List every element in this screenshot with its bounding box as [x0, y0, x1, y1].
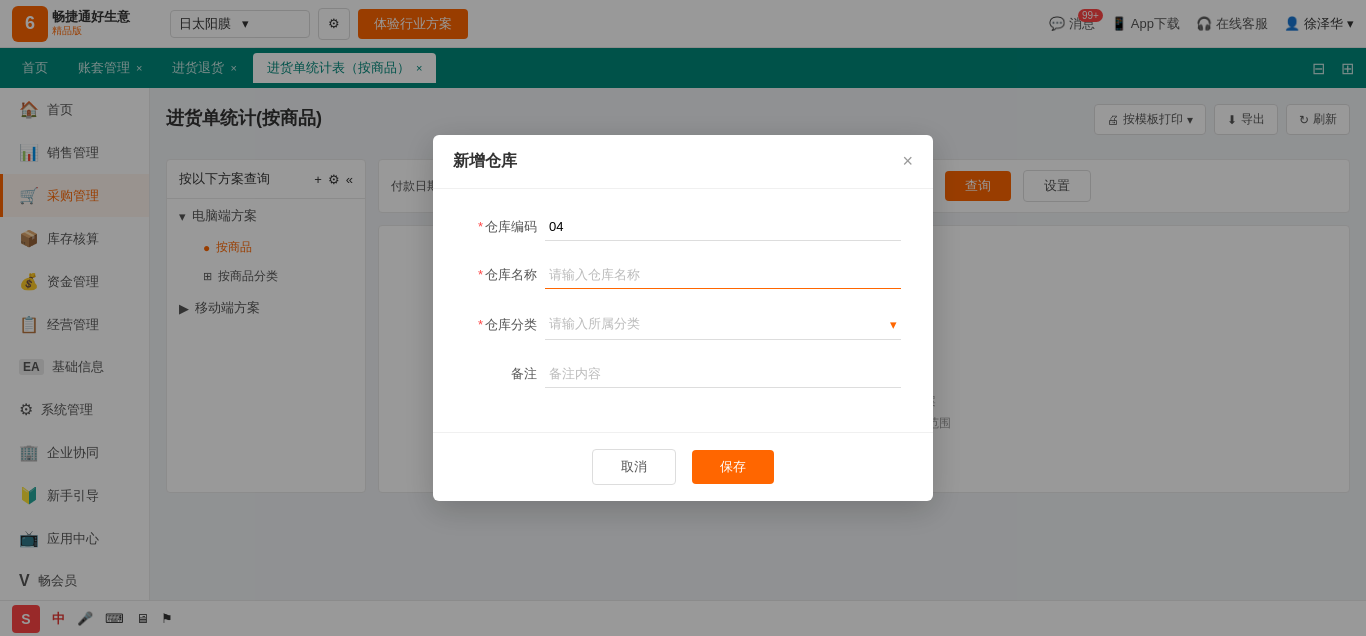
category-label: 仓库分类 — [465, 316, 545, 334]
form-row-name: 仓库名称 — [465, 261, 901, 289]
category-select[interactable]: 请输入所属分类 ▾ — [545, 309, 901, 339]
code-label: 仓库编码 — [465, 218, 545, 236]
remark-label: 备注 — [465, 365, 545, 383]
form-row-category: 仓库分类 请输入所属分类 ▾ — [465, 309, 901, 340]
category-select-wrap[interactable]: 请输入所属分类 ▾ — [545, 309, 901, 340]
modal-overlay: 新增仓库 × 仓库编码 仓库名称 仓库分类 请输入所属分类 ▾ — [0, 0, 1366, 636]
code-input[interactable] — [545, 213, 901, 241]
modal-body: 仓库编码 仓库名称 仓库分类 请输入所属分类 ▾ 备注 — [433, 189, 933, 432]
category-chevron-icon: ▾ — [890, 317, 897, 332]
form-row-code: 仓库编码 — [465, 213, 901, 241]
modal-header: 新增仓库 × — [433, 135, 933, 189]
name-input[interactable] — [545, 261, 901, 289]
add-warehouse-modal: 新增仓库 × 仓库编码 仓库名称 仓库分类 请输入所属分类 ▾ — [433, 135, 933, 501]
modal-close-button[interactable]: × — [902, 151, 913, 172]
form-row-remark: 备注 — [465, 360, 901, 388]
category-placeholder: 请输入所属分类 — [549, 315, 640, 333]
cancel-button[interactable]: 取消 — [592, 449, 676, 485]
save-button[interactable]: 保存 — [692, 450, 774, 484]
name-label: 仓库名称 — [465, 266, 545, 284]
modal-title: 新增仓库 — [453, 151, 517, 172]
remark-input[interactable] — [545, 360, 901, 388]
modal-footer: 取消 保存 — [433, 432, 933, 501]
